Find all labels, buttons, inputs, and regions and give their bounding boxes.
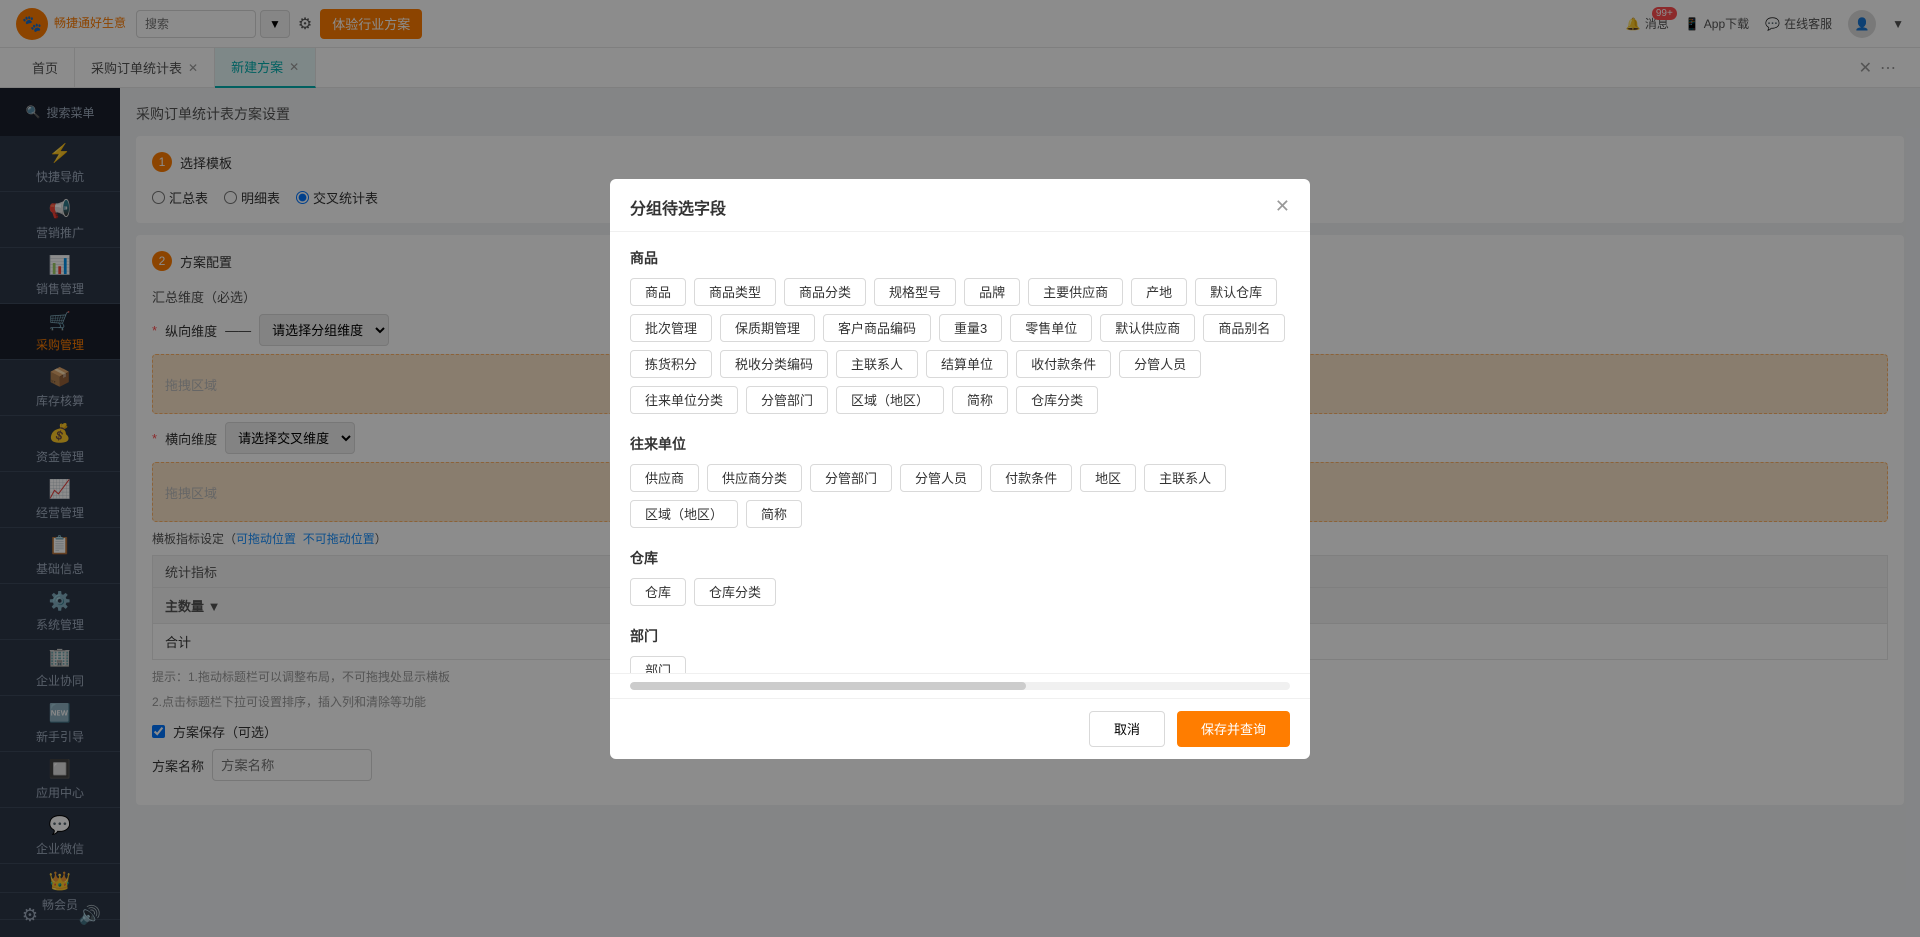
tag-tax-code[interactable]: 税收分类编码 [720, 350, 828, 378]
tag-default-supplier[interactable]: 默认供应商 [1100, 314, 1195, 342]
tag-main-contact-cp[interactable]: 主联系人 [1144, 464, 1226, 492]
tag-retail-unit[interactable]: 零售单位 [1010, 314, 1092, 342]
tag-region-goods[interactable]: 区域（地区） [836, 386, 944, 414]
section-goods-title: 商品 [630, 248, 1290, 268]
save-query-button[interactable]: 保存并查询 [1177, 711, 1290, 747]
tag-goods-category[interactable]: 商品分类 [784, 278, 866, 306]
tag-dept[interactable]: 分管部门 [746, 386, 828, 414]
tag-region2-cp[interactable]: 区域（地区） [630, 500, 738, 528]
tag-warehouse[interactable]: 仓库 [630, 578, 686, 606]
cancel-button[interactable]: 取消 [1089, 711, 1165, 747]
section-department: 部门 部门 [630, 626, 1290, 673]
section-warehouse-title: 仓库 [630, 548, 1290, 568]
tag-weight3[interactable]: 重量3 [939, 314, 1002, 342]
tag-payment-terms[interactable]: 收付款条件 [1016, 350, 1111, 378]
tag-main-contact[interactable]: 主联系人 [836, 350, 918, 378]
modal-body: 商品 商品 商品类型 商品分类 规格型号 品牌 主要供应商 产地 默认仓库 批次… [610, 232, 1310, 673]
department-tags: 部门 [630, 656, 1290, 673]
modal-scroll-bottom [610, 673, 1310, 698]
tag-warehouse-cat[interactable]: 仓库分类 [694, 578, 776, 606]
horizontal-scrollbar-thumb [630, 682, 1026, 690]
tag-main-supplier[interactable]: 主要供应商 [1028, 278, 1123, 306]
tag-brand[interactable]: 品牌 [964, 278, 1020, 306]
section-goods: 商品 商品 商品类型 商品分类 规格型号 品牌 主要供应商 产地 默认仓库 批次… [630, 248, 1290, 414]
tag-customer-code[interactable]: 客户商品编码 [823, 314, 931, 342]
tag-manager[interactable]: 分管人员 [1119, 350, 1201, 378]
tag-department[interactable]: 部门 [630, 656, 686, 673]
tag-origin[interactable]: 产地 [1131, 278, 1187, 306]
section-counterpart-title: 往来单位 [630, 434, 1290, 454]
modal-bottom-bar: 取消 保存并查询 [610, 698, 1310, 759]
section-warehouse: 仓库 仓库 仓库分类 [630, 548, 1290, 606]
tag-spec-model[interactable]: 规格型号 [874, 278, 956, 306]
tag-batch-mgmt[interactable]: 批次管理 [630, 314, 712, 342]
tag-region-cp[interactable]: 地区 [1080, 464, 1136, 492]
modal-close-button[interactable]: ✕ [1275, 196, 1290, 217]
tag-pick-points[interactable]: 拣货积分 [630, 350, 712, 378]
tag-abbr-cp[interactable]: 简称 [746, 500, 802, 528]
tag-warehouse-category[interactable]: 仓库分类 [1016, 386, 1098, 414]
modal-header: 分组待选字段 ✕ [610, 179, 1310, 232]
tag-default-warehouse[interactable]: 默认仓库 [1195, 278, 1277, 306]
section-counterpart: 往来单位 供应商 供应商分类 分管部门 分管人员 付款条件 地区 主联系人 区域… [630, 434, 1290, 528]
tag-abbr-goods[interactable]: 简称 [952, 386, 1008, 414]
tag-settlement-unit[interactable]: 结算单位 [926, 350, 1008, 378]
horizontal-scrollbar[interactable] [630, 682, 1290, 690]
modal-title: 分组待选字段 [630, 195, 726, 219]
tag-goods-type[interactable]: 商品类型 [694, 278, 776, 306]
tag-payment-cond[interactable]: 付款条件 [990, 464, 1072, 492]
tag-dept-cp[interactable]: 分管部门 [810, 464, 892, 492]
counterpart-tags: 供应商 供应商分类 分管部门 分管人员 付款条件 地区 主联系人 区域（地区） … [630, 464, 1290, 528]
modal-overlay: 分组待选字段 ✕ 商品 商品 商品类型 商品分类 规格型号 品牌 主要供应商 产… [0, 0, 1920, 937]
tag-counterpart-category[interactable]: 往来单位分类 [630, 386, 738, 414]
tag-expiry-mgmt[interactable]: 保质期管理 [720, 314, 815, 342]
tag-manager-cp[interactable]: 分管人员 [900, 464, 982, 492]
goods-tags: 商品 商品类型 商品分类 规格型号 品牌 主要供应商 产地 默认仓库 批次管理 … [630, 278, 1290, 414]
section-department-title: 部门 [630, 626, 1290, 646]
tag-supplier-category[interactable]: 供应商分类 [707, 464, 802, 492]
tag-goods[interactable]: 商品 [630, 278, 686, 306]
tag-goods-alias[interactable]: 商品别名 [1203, 314, 1285, 342]
modal: 分组待选字段 ✕ 商品 商品 商品类型 商品分类 规格型号 品牌 主要供应商 产… [610, 179, 1310, 759]
tag-supplier[interactable]: 供应商 [630, 464, 699, 492]
warehouse-tags: 仓库 仓库分类 [630, 578, 1290, 606]
